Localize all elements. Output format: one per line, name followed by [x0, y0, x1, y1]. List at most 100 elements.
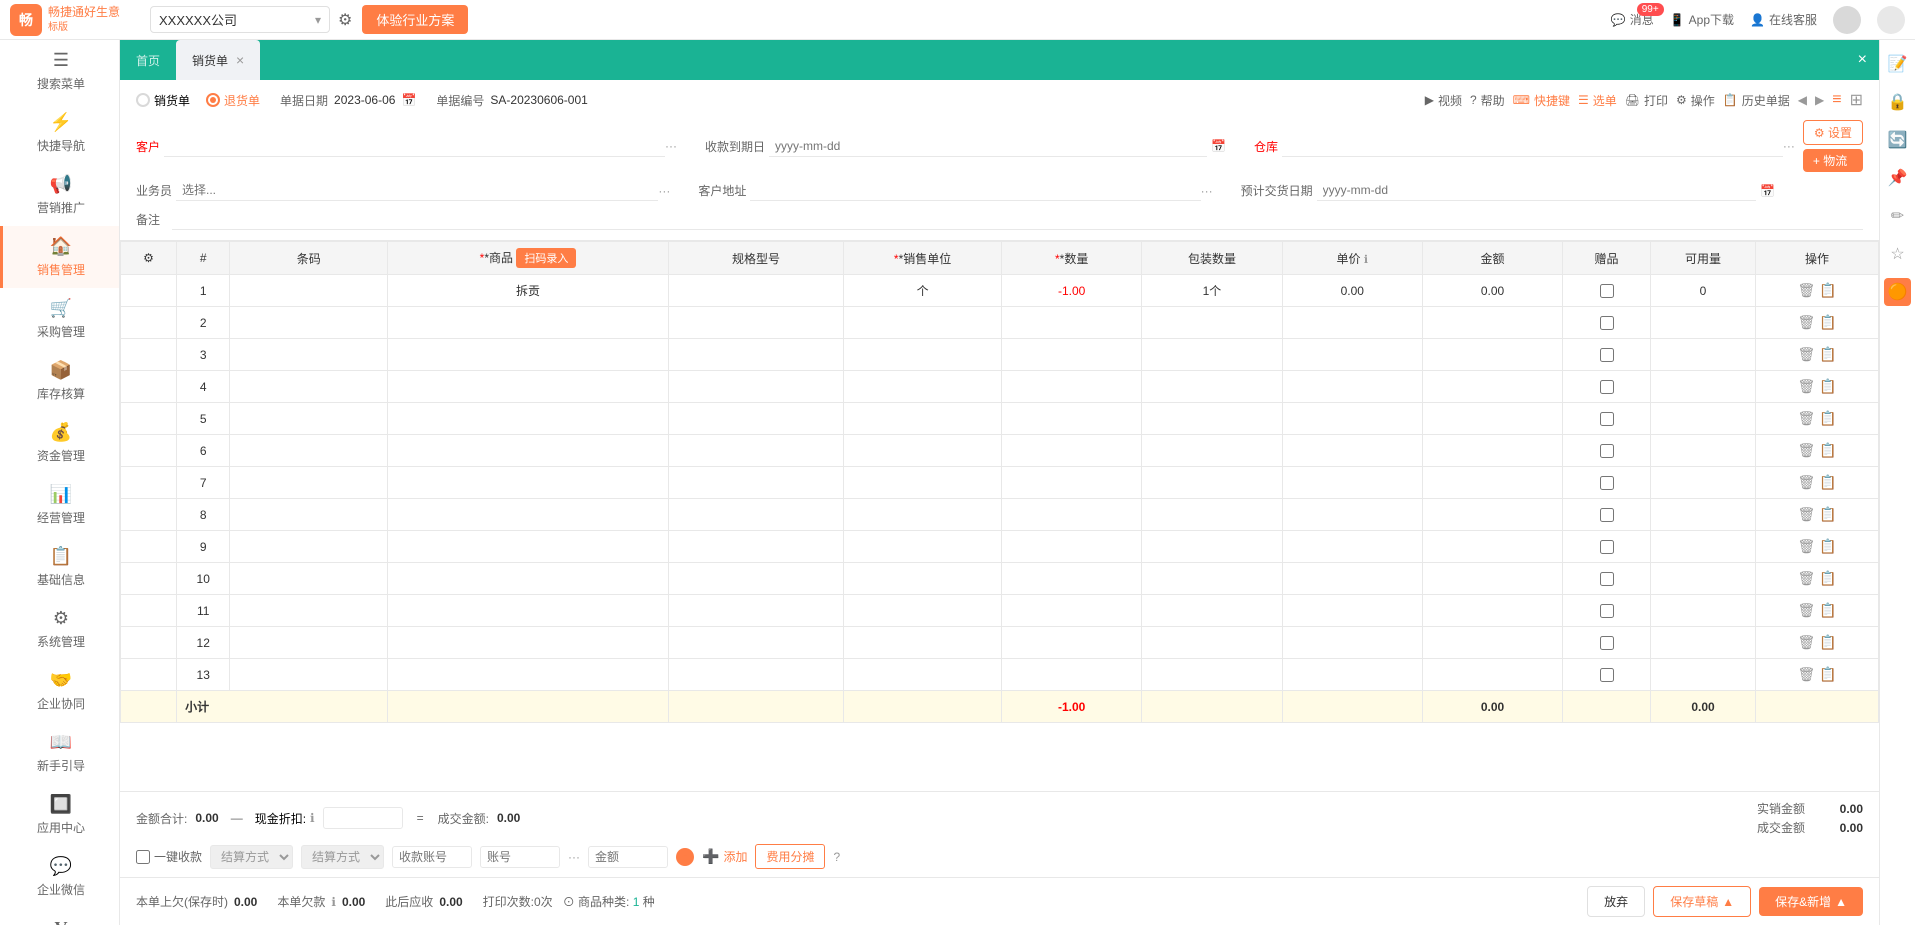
delete-icon-1[interactable]: 🗑	[1797, 282, 1815, 299]
one-click-payment[interactable]: 一键收款	[136, 848, 202, 865]
app-download-button[interactable]: 📱 App下载	[1670, 11, 1734, 28]
payment-amount-input[interactable]	[588, 846, 668, 868]
rp-note-icon[interactable]: 📝	[1884, 50, 1912, 78]
gear-icon[interactable]: ⚙	[338, 10, 352, 30]
operation-btn[interactable]: ⚙操作	[1676, 92, 1715, 109]
sidebar-item-apps[interactable]: 🔲 应用中心	[0, 784, 119, 846]
copy-icon-9[interactable]: 📋	[1819, 538, 1836, 555]
sidebar-item-quicknav[interactable]: ⚡ 快捷导航	[0, 102, 119, 164]
add-payment-btn[interactable]: ●	[676, 848, 694, 866]
delete-icon-6[interactable]: 🗑	[1797, 442, 1815, 459]
rp-star-icon[interactable]: ☆	[1886, 240, 1908, 268]
radio-return[interactable]: 退货单	[206, 92, 260, 109]
list-view-icon[interactable]: ≡	[1832, 91, 1841, 109]
sidebar-item-wechat[interactable]: 💬 企业微信	[0, 846, 119, 908]
gift-checkbox-4[interactable]	[1600, 380, 1614, 394]
expense-help-icon[interactable]: ?	[833, 850, 840, 864]
copy-icon-2[interactable]: 📋	[1819, 314, 1836, 331]
sidebar-item-management[interactable]: 📊 经营管理	[0, 474, 119, 536]
delete-icon-12[interactable]: 🗑	[1797, 634, 1815, 651]
account-dots-icon[interactable]: ···	[568, 850, 580, 864]
discount-input[interactable]	[323, 807, 403, 829]
settlement-method-select2[interactable]: 结算方式	[301, 845, 384, 869]
discard-btn[interactable]: 放弃	[1587, 886, 1645, 917]
expected-date-input[interactable]	[1317, 180, 1756, 201]
expected-date-calendar-icon[interactable]: 📅	[1760, 184, 1775, 198]
radio-sales[interactable]: 销货单	[136, 92, 190, 109]
account-no-input[interactable]	[480, 846, 560, 868]
gift-checkbox-10[interactable]	[1600, 572, 1614, 586]
nav-prev-icon[interactable]: ◀	[1798, 93, 1807, 107]
copy-icon-3[interactable]: 📋	[1819, 346, 1836, 363]
copy-icon-7[interactable]: 📋	[1819, 474, 1836, 491]
tab-sales-order[interactable]: 销货单 ×	[176, 40, 260, 80]
save-draft-btn[interactable]: 保存草稿 ▲	[1653, 886, 1751, 917]
gift-checkbox-5[interactable]	[1600, 412, 1614, 426]
logistics-button[interactable]: + 物流	[1803, 149, 1863, 172]
help-btn[interactable]: ?帮助	[1470, 92, 1505, 109]
gift-checkbox-3[interactable]	[1600, 348, 1614, 362]
scan-btn[interactable]: 扫码录入	[516, 248, 576, 268]
copy-icon-8[interactable]: 📋	[1819, 506, 1836, 523]
online-service-button[interactable]: 👤 在线客服	[1750, 11, 1817, 28]
warehouse-input[interactable]: 建材仓	[1282, 136, 1783, 157]
salesman-input[interactable]	[176, 180, 658, 201]
rp-edit-icon[interactable]: ✏	[1887, 202, 1908, 230]
gift-checkbox-2[interactable]	[1600, 316, 1614, 330]
history-btn[interactable]: 📋历史单据	[1723, 92, 1790, 109]
save-new-btn[interactable]: 保存&新增 ▲	[1759, 887, 1863, 916]
nav-next-icon[interactable]: ▶	[1815, 93, 1824, 107]
due-date-calendar-icon[interactable]: 📅	[1211, 139, 1226, 153]
setting-button[interactable]: ⚙ 设置	[1803, 120, 1863, 145]
sidebar-item-enterprise[interactable]: 🤝 企业协同	[0, 660, 119, 722]
copy-icon-6[interactable]: 📋	[1819, 442, 1836, 459]
tab-bar-close-icon[interactable]: ×	[1858, 51, 1867, 69]
customer-input[interactable]	[164, 136, 665, 157]
tab-home[interactable]: 首页	[120, 40, 176, 80]
rp-lock-icon[interactable]: 🔒	[1884, 88, 1912, 116]
delete-icon-11[interactable]: 🗑	[1797, 602, 1815, 619]
gift-checkbox-8[interactable]	[1600, 508, 1614, 522]
shortcut-btn[interactable]: ⌨快捷键	[1513, 92, 1570, 109]
gift-checkbox-12[interactable]	[1600, 636, 1614, 650]
add-circle-icon[interactable]: ➕	[702, 848, 719, 865]
copy-icon-13[interactable]: 📋	[1819, 666, 1836, 683]
copy-icon-5[interactable]: 📋	[1819, 410, 1836, 427]
tab-close-icon[interactable]: ×	[236, 52, 244, 68]
rp-refresh-icon[interactable]: 🔄	[1884, 126, 1912, 154]
account-input[interactable]	[392, 846, 472, 868]
company-selector[interactable]: XXXXXX公司 ▾	[150, 6, 330, 33]
delete-icon-13[interactable]: 🗑	[1797, 666, 1815, 683]
copy-icon-1[interactable]: 📋	[1819, 282, 1836, 299]
th-settings[interactable]: ⚙	[121, 242, 177, 275]
delete-icon-7[interactable]: 🗑	[1797, 474, 1815, 491]
delete-icon-3[interactable]: 🗑	[1797, 346, 1815, 363]
gift-checkbox-9[interactable]	[1600, 540, 1614, 554]
sidebar-item-basics[interactable]: 📋 基础信息	[0, 536, 119, 598]
sidebar-item-member[interactable]: V 畅会员	[0, 908, 119, 925]
sidebar-item-inventory[interactable]: 📦 库存核算	[0, 350, 119, 412]
rp-orange-icon[interactable]: 🟠	[1884, 278, 1912, 306]
gift-checkbox-13[interactable]	[1600, 668, 1614, 682]
sidebar-item-finance[interactable]: 💰 资金管理	[0, 412, 119, 474]
print-action-btn[interactable]: 🖨打印	[1625, 92, 1668, 109]
sidebar-item-system[interactable]: ⚙ 系统管理	[0, 598, 119, 660]
grid-view-icon[interactable]: ⊞	[1850, 90, 1863, 110]
sidebar-item-purchase[interactable]: 🛒 采购管理	[0, 288, 119, 350]
copy-icon-10[interactable]: 📋	[1819, 570, 1836, 587]
gift-checkbox-7[interactable]	[1600, 476, 1614, 490]
one-click-checkbox[interactable]	[136, 850, 150, 864]
rp-pin-icon[interactable]: 📌	[1884, 164, 1912, 192]
video-btn[interactable]: ▶视频	[1425, 92, 1462, 109]
sidebar-item-marketing[interactable]: 📢 营销推广	[0, 164, 119, 226]
warehouse-dots-icon[interactable]: ···	[1783, 139, 1795, 153]
copy-icon-12[interactable]: 📋	[1819, 634, 1836, 651]
copy-icon-4[interactable]: 📋	[1819, 378, 1836, 395]
copy-icon-11[interactable]: 📋	[1819, 602, 1836, 619]
sidebar-item-sales[interactable]: 🏠 销售管理	[0, 226, 119, 288]
sidebar-item-guide[interactable]: 📖 新手引导	[0, 722, 119, 784]
delete-icon-8[interactable]: 🗑	[1797, 506, 1815, 523]
expense-split-btn[interactable]: 费用分摊	[755, 844, 825, 869]
experience-button[interactable]: 体验行业方案	[362, 5, 468, 34]
customer-address-input[interactable]	[750, 180, 1200, 201]
